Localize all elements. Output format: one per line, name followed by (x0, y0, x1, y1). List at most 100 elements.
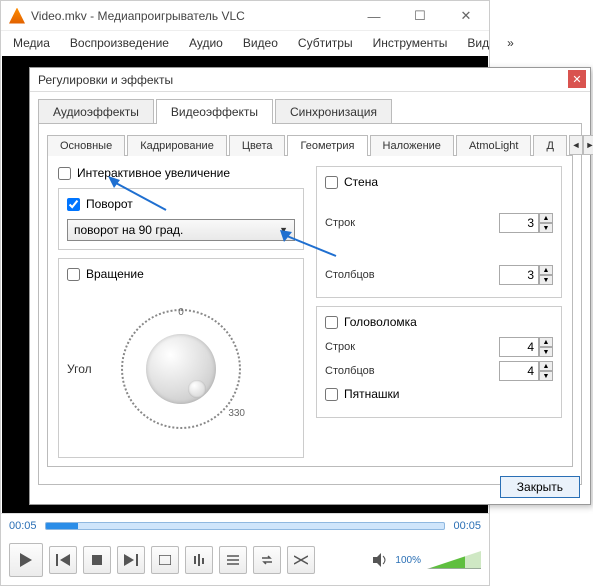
fifteen-label: Пятнашки (344, 387, 400, 401)
fx-main-body: Основные Кадрирование Цвета Геометрия На… (38, 123, 582, 485)
menu-video[interactable]: Видео (235, 34, 286, 52)
subtab-basic[interactable]: Основные (47, 135, 125, 156)
wall-rows-input[interactable] (499, 213, 539, 233)
effects-close-footer-button[interactable]: Закрыть (500, 476, 580, 498)
time-total: 00:05 (453, 520, 481, 532)
dial-indicator (188, 380, 206, 398)
puzzle-label: Головоломка (344, 315, 417, 329)
puzzle-cols-label: Столбцов (325, 365, 375, 377)
spin-down-icon[interactable]: ▼ (539, 371, 553, 381)
shuffle-button[interactable] (287, 546, 315, 574)
minimize-button[interactable]: — (351, 1, 397, 31)
dial-tick-0: 0 (178, 307, 184, 318)
tab-video-effects[interactable]: Видеоэффекты (156, 99, 273, 124)
menu-subtitles[interactable]: Субтитры (290, 34, 361, 52)
fifteen-checkbox[interactable]: Пятнашки (325, 387, 553, 401)
menu-tools[interactable]: Инструменты (365, 34, 456, 52)
menu-overflow[interactable]: » (501, 34, 520, 52)
rotate-select[interactable]: поворот на 90 град. ▼ (67, 219, 295, 241)
interactive-zoom-input[interactable] (58, 167, 71, 180)
spin-up-icon[interactable]: ▲ (539, 337, 553, 347)
ext-settings-button[interactable] (185, 546, 213, 574)
effects-dialog-title[interactable]: Регулировки и эффекты (30, 68, 590, 92)
wall-rows-label: Строк (325, 217, 355, 229)
window-title: Video.mkv - Медиапроигрыватель VLC (31, 9, 245, 23)
puzzle-rows-label: Строк (325, 341, 355, 353)
puzzle-rows-spinner[interactable]: ▲▼ (499, 337, 553, 357)
stop-icon (92, 555, 102, 565)
equalizer-icon (193, 554, 205, 566)
play-icon (20, 553, 32, 567)
effects-close-button[interactable]: ✕ (568, 70, 586, 88)
maximize-button[interactable]: ☐ (397, 1, 443, 31)
rotate-input[interactable] (67, 198, 80, 211)
playlist-icon (227, 555, 239, 565)
stop-button[interactable] (83, 546, 111, 574)
spin-up-icon[interactable]: ▲ (539, 361, 553, 371)
wall-cols-spinner[interactable]: ▲▼ (499, 265, 553, 285)
loop-button[interactable] (253, 546, 281, 574)
tab-audio-effects[interactable]: Аудиоэффекты (38, 99, 154, 124)
play-button[interactable] (9, 543, 43, 577)
puzzle-checkbox[interactable]: Головоломка (325, 315, 553, 329)
puzzle-input[interactable] (325, 316, 338, 329)
puzzle-group: Головоломка Строк ▲▼ Столбцов ▲▼ (316, 306, 562, 418)
prev-icon (56, 554, 70, 566)
puzzle-cols-input[interactable] (499, 361, 539, 381)
rotate-checkbox[interactable]: Поворот (67, 197, 295, 211)
interactive-zoom-checkbox[interactable]: Интерактивное увеличение (58, 166, 304, 180)
rotation-group: Вращение Угол 0 330 (58, 258, 304, 458)
loop-icon (260, 554, 274, 566)
menu-media[interactable]: Медиа (5, 34, 58, 52)
dial-knob[interactable] (146, 334, 216, 404)
playlist-button[interactable] (219, 546, 247, 574)
next-button[interactable] (117, 546, 145, 574)
rotate-group: Поворот поворот на 90 град. ▼ (58, 188, 304, 250)
volume-slider[interactable] (427, 551, 481, 569)
chevron-down-icon: ▼ (279, 225, 288, 235)
fifteen-input[interactable] (325, 388, 338, 401)
subtab-geometry[interactable]: Геометрия (287, 135, 367, 156)
wall-input[interactable] (325, 176, 338, 189)
wall-cols-input[interactable] (499, 265, 539, 285)
wall-group: Стена Строк ▲▼ Столбцов (316, 166, 562, 298)
angle-label: Угол (67, 362, 92, 376)
interactive-zoom-label: Интерактивное увеличение (77, 166, 230, 180)
menu-view[interactable]: Вид (459, 34, 497, 52)
menu-playback[interactable]: Воспроизведение (62, 34, 177, 52)
fullscreen-button[interactable] (151, 546, 179, 574)
wall-rows-spinner[interactable]: ▲▼ (499, 213, 553, 233)
seek-slider[interactable] (45, 522, 446, 530)
spin-down-icon[interactable]: ▼ (539, 347, 553, 357)
rotate-select-value: поворот на 90 град. (74, 223, 183, 237)
spin-down-icon[interactable]: ▼ (539, 223, 553, 233)
rotation-input[interactable] (67, 268, 80, 281)
spin-down-icon[interactable]: ▼ (539, 275, 553, 285)
fx-sub-tabs: Основные Кадрирование Цвета Геометрия На… (47, 134, 573, 155)
prev-button[interactable] (49, 546, 77, 574)
subtab-more[interactable]: Д (533, 135, 566, 156)
close-button[interactable]: ✕ (443, 1, 489, 31)
subtab-crop[interactable]: Кадрирование (127, 135, 227, 156)
fx-main-tabs: Аудиоэффекты Видеоэффекты Синхронизация (38, 98, 582, 123)
tab-sync[interactable]: Синхронизация (275, 99, 392, 124)
spin-up-icon[interactable]: ▲ (539, 265, 553, 275)
rotation-dial[interactable]: 0 330 (121, 309, 241, 429)
spin-up-icon[interactable]: ▲ (539, 213, 553, 223)
subtab-overlay[interactable]: Наложение (370, 135, 454, 156)
rotation-label: Вращение (86, 267, 144, 281)
speaker-icon[interactable] (373, 553, 389, 567)
subtab-scroll-left[interactable]: ◄ (569, 135, 583, 155)
effects-dialog: Регулировки и эффекты ✕ Аудиоэффекты Вид… (29, 67, 591, 505)
rotation-checkbox[interactable]: Вращение (67, 267, 295, 281)
puzzle-cols-spinner[interactable]: ▲▼ (499, 361, 553, 381)
dial-tick-330: 330 (228, 408, 245, 419)
vlc-cone-icon (9, 8, 25, 24)
menu-audio[interactable]: Аудио (181, 34, 231, 52)
subtab-colors[interactable]: Цвета (229, 135, 286, 156)
subtab-scroll-right[interactable]: ► (583, 135, 593, 155)
fullscreen-icon (159, 555, 171, 565)
subtab-atmolight[interactable]: AtmoLight (456, 135, 532, 156)
puzzle-rows-input[interactable] (499, 337, 539, 357)
wall-checkbox[interactable]: Стена (325, 175, 553, 189)
